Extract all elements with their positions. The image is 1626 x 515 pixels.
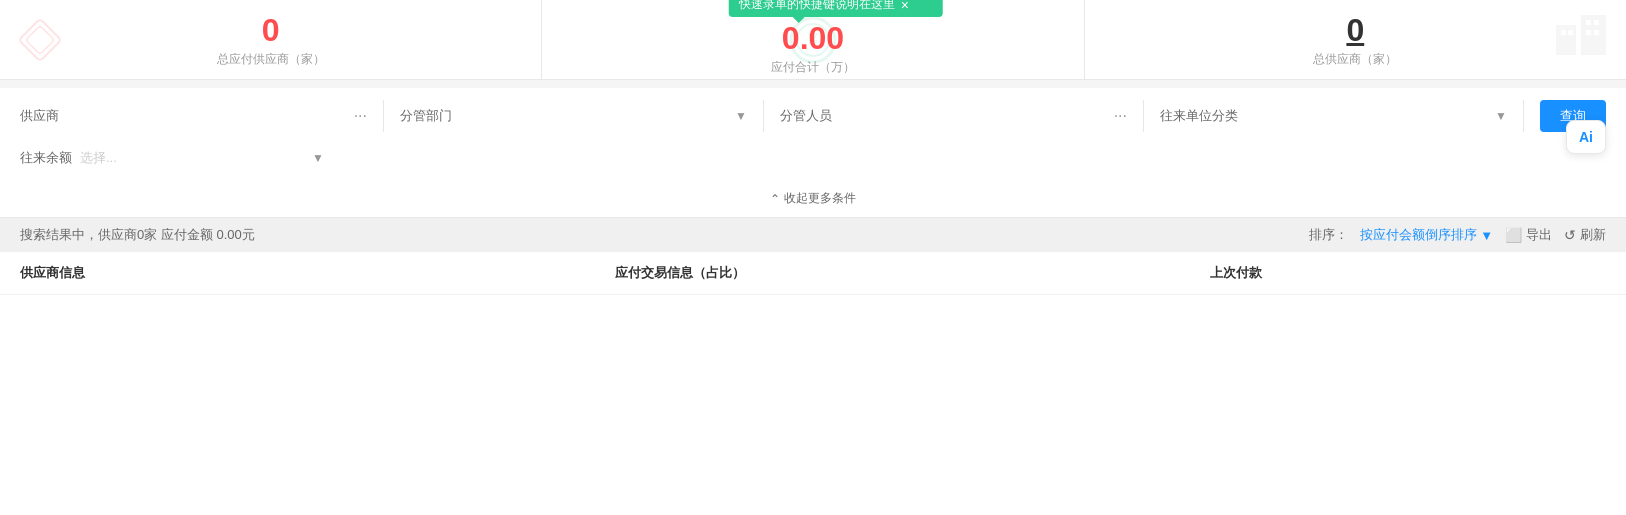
tooltip-close-button[interactable]: ×: [901, 0, 909, 13]
svg-rect-0: [19, 19, 61, 61]
filter-unit-category[interactable]: 往来单位分类 ▼: [1144, 100, 1524, 132]
filter-supplier[interactable]: 供应商 ···: [20, 100, 384, 132]
balance-label: 往来余额: [20, 149, 72, 167]
unit-category-label: 往来单位分类: [1160, 107, 1238, 125]
svg-rect-7: [1561, 30, 1566, 35]
unit-category-select[interactable]: ▼: [1246, 109, 1507, 123]
svg-rect-11: [1586, 30, 1591, 35]
unit-category-arrow-icon: ▼: [1495, 109, 1507, 123]
sort-value[interactable]: 按应付会额倒序排序 ▼: [1360, 226, 1493, 244]
collapse-button[interactable]: ⌃ 收起更多条件: [20, 184, 1606, 217]
column-supplier-info: 供应商信息: [20, 264, 615, 282]
results-actions: 排序： 按应付会额倒序排序 ▼ ⬜ 导出 ↺ 刷新: [1309, 226, 1606, 244]
filter-area: 供应商 ··· 分管部门 ▼ 分管人员 ··· 往来单位分类 ▼ 查询: [0, 88, 1626, 218]
collapse-up-icon: ⌃: [770, 192, 780, 206]
column-payable-transaction: 应付交易信息（占比）: [615, 264, 1210, 282]
total-suppliers-label: 总供应商（家）: [1313, 51, 1397, 68]
stats-bar: 0 总应付供应商（家） 快速录单的快捷键说明在这里 × ¥ 0.00 应付合计（…: [0, 0, 1626, 80]
collapse-label: 收起更多条件: [784, 190, 856, 207]
payable-total-label: 应付合计（万）: [771, 59, 855, 76]
sort-arrow-icon: ▼: [1480, 228, 1493, 243]
stat-payable-total: 快速录单的快捷键说明在这里 × ¥ 0.00 应付合计（万）: [542, 0, 1084, 79]
results-summary: 搜索结果中，供应商0家 应付金额 0.00元: [20, 226, 255, 244]
person-label: 分管人员: [780, 107, 832, 125]
table-header: 供应商信息 应付交易信息（占比） 上次付款: [0, 252, 1626, 295]
filter-row-1: 供应商 ··· 分管部门 ▼ 分管人员 ··· 往来单位分类 ▼ 查询: [20, 100, 1606, 132]
total-suppliers-number: 0: [1346, 11, 1364, 49]
filter-row-2: 往来余额 选择... ▼: [20, 142, 1606, 174]
person-input[interactable]: [840, 109, 1110, 124]
person-dots[interactable]: ···: [1114, 107, 1127, 125]
tooltip-text: 快速录单的快捷键说明在这里: [739, 0, 895, 13]
payable-total-number: 0.00: [782, 19, 844, 57]
svg-rect-5: [1556, 25, 1576, 55]
tooltip-bubble: 快速录单的快捷键说明在这里 ×: [729, 0, 943, 17]
refresh-button[interactable]: ↺ 刷新: [1564, 226, 1606, 244]
stat-total-payable-suppliers: 0 总应付供应商（家）: [0, 0, 542, 79]
filter-person[interactable]: 分管人员 ···: [764, 100, 1144, 132]
department-arrow-icon: ▼: [735, 109, 747, 123]
tooltip-dot: [923, 0, 933, 10]
svg-rect-10: [1594, 20, 1599, 25]
department-select[interactable]: ▼: [460, 109, 747, 123]
stat-total-suppliers: 0 总供应商（家）: [1085, 0, 1626, 79]
filter-balance[interactable]: 往来余额 选择... ▼: [20, 142, 340, 174]
export-icon: ⬜: [1505, 227, 1522, 243]
ai-badge[interactable]: Ai: [1566, 120, 1606, 154]
svg-rect-12: [1594, 30, 1599, 35]
data-table: 供应商信息 应付交易信息（占比） 上次付款: [0, 252, 1626, 515]
column-last-payment: 上次付款: [1210, 264, 1607, 282]
svg-rect-8: [1568, 30, 1573, 35]
balance-arrow-icon: ▼: [312, 151, 324, 165]
total-payable-number: 0: [262, 11, 280, 49]
department-label: 分管部门: [400, 107, 452, 125]
sort-label: 排序：: [1309, 226, 1348, 244]
balance-select[interactable]: 选择... ▼: [80, 149, 324, 167]
supplier-label: 供应商: [20, 107, 59, 125]
table-body: [0, 295, 1626, 515]
diamond-icon: [10, 10, 70, 70]
results-bar: 搜索结果中，供应商0家 应付金额 0.00元 排序： 按应付会额倒序排序 ▼ ⬜…: [0, 218, 1626, 252]
svg-rect-9: [1586, 20, 1591, 25]
filter-department[interactable]: 分管部门 ▼: [384, 100, 764, 132]
supplier-input[interactable]: [67, 109, 350, 124]
building-icon: [1546, 10, 1616, 60]
svg-rect-6: [1581, 15, 1606, 55]
export-button[interactable]: ⬜ 导出: [1505, 226, 1552, 244]
supplier-dots[interactable]: ···: [354, 107, 367, 125]
total-payable-label: 总应付供应商（家）: [217, 51, 325, 68]
refresh-icon: ↺: [1564, 227, 1576, 243]
